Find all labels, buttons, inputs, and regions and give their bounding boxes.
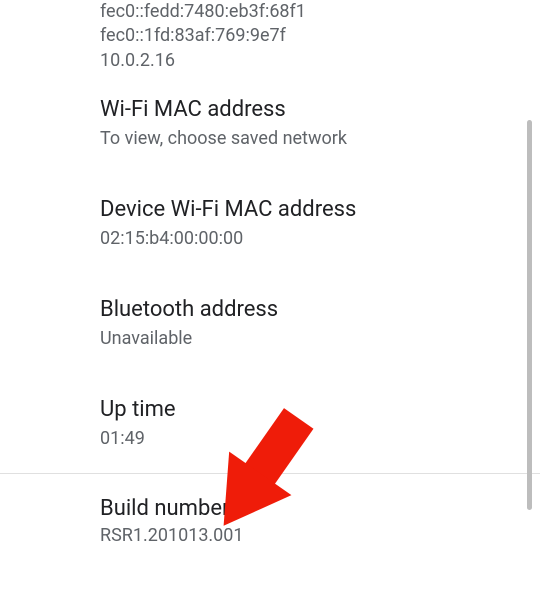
device-wifi-mac-sub: 02:15:b4:00:00:00 [100,228,500,249]
scrollbar[interactable] [527,120,532,510]
ip-line: fec0::1fd:83af:769:9e7f [100,24,540,48]
ip-line: 10.0.2.16 [100,49,540,73]
device-wifi-mac-title: Device Wi-Fi MAC address [100,197,500,222]
ip-addresses: fec0::fedd:7480:eb3f:68f1 fec0::1fd:83af… [0,0,540,73]
bluetooth-sub: Unavailable [100,328,500,349]
bluetooth-title: Bluetooth address [100,297,500,322]
wifi-mac-item[interactable]: Wi-Fi MAC address To view, choose saved … [0,73,540,173]
device-wifi-mac-item[interactable]: Device Wi-Fi MAC address 02:15:b4:00:00:… [0,173,540,273]
arrow-annotation-icon [194,400,324,544]
ip-line: fec0::fedd:7480:eb3f:68f1 [100,0,540,24]
wifi-mac-sub: To view, choose saved network [100,128,500,149]
wifi-mac-title: Wi-Fi MAC address [100,97,500,122]
bluetooth-item[interactable]: Bluetooth address Unavailable [0,273,540,373]
